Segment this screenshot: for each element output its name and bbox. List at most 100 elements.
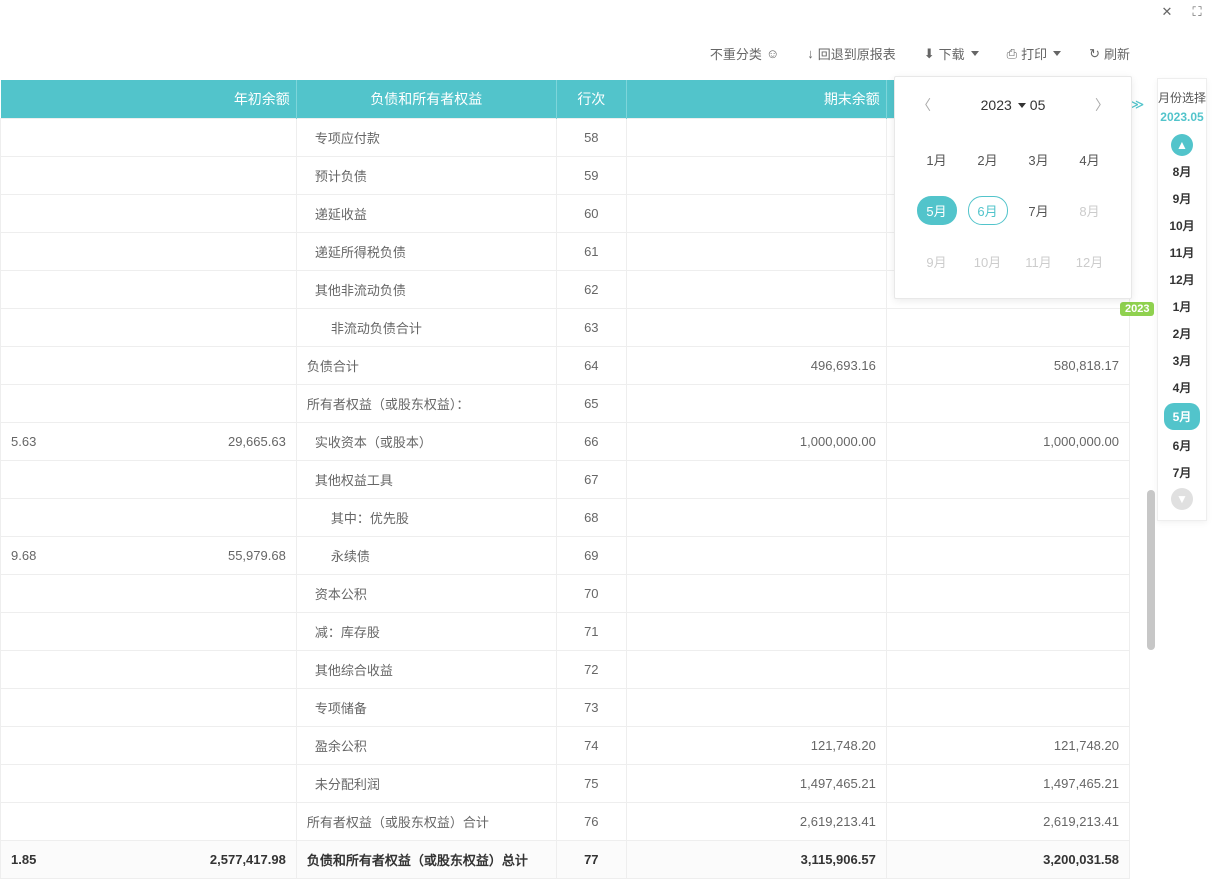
side-month-item[interactable]: 8月 xyxy=(1158,158,1206,185)
cell-partial xyxy=(1,119,47,157)
picker-month-cell[interactable]: 3月 xyxy=(1013,145,1064,174)
side-month-item[interactable]: 4月 xyxy=(1158,374,1206,401)
side-month-item[interactable]: 1月 xyxy=(1158,293,1206,320)
table-row[interactable]: 盈余公积74121,748.20121,748.20 xyxy=(1,727,1130,765)
cell-partial xyxy=(1,803,47,841)
picker-next-button[interactable]: 〉 xyxy=(1091,91,1113,119)
side-month-item[interactable]: 7月 xyxy=(1158,459,1206,486)
no-classify-label: 不重分类 xyxy=(710,44,762,63)
cell-period-end xyxy=(626,499,886,537)
cell-line: 66 xyxy=(556,423,626,461)
table-row[interactable]: 未分配利润751,497,465.211,497,465.21 xyxy=(1,765,1130,803)
picker-month-cell[interactable]: 5月 xyxy=(917,196,957,225)
table-row[interactable]: 非流动负债合计63 xyxy=(1,309,1130,347)
picker-year-select[interactable]: 2023 05 xyxy=(981,97,1046,113)
cell-item: 所有者权益（或股东权益）： xyxy=(296,385,556,423)
cell-yearstart: 2,577,417.98 xyxy=(46,841,296,879)
side-scroll-down-button[interactable]: ▼ xyxy=(1171,488,1193,510)
table-row[interactable]: 其中：优先股68 xyxy=(1,499,1130,537)
cell-line: 72 xyxy=(556,651,626,689)
picker-month-cell[interactable]: 7月 xyxy=(1013,196,1064,225)
cell-line: 75 xyxy=(556,765,626,803)
picker-month-cell[interactable]: 6月 xyxy=(968,196,1008,225)
cell-partial: 9.68 xyxy=(1,537,47,575)
picker-month-cell[interactable]: 2月 xyxy=(962,145,1013,174)
cell-amount2 xyxy=(886,385,1129,423)
cell-yearstart xyxy=(46,309,296,347)
cell-period-end xyxy=(626,157,886,195)
print-icon: ⎙ xyxy=(1007,46,1017,62)
picker-month-cell: 11月 xyxy=(1013,247,1064,276)
cell-period-end: 3,115,906.57 xyxy=(626,841,886,879)
table-row[interactable]: 9.6855,979.68永续债69 xyxy=(1,537,1130,575)
cell-period-end: 121,748.20 xyxy=(626,727,886,765)
table-row[interactable]: 1.852,577,417.98负债和所有者权益（或股东权益）总计773,115… xyxy=(1,841,1130,879)
cell-line: 68 xyxy=(556,499,626,537)
chevron-down-icon xyxy=(971,51,979,56)
side-month-item[interactable]: 11月 xyxy=(1158,239,1206,266)
chevron-down-icon xyxy=(1053,51,1061,56)
cell-yearstart xyxy=(46,613,296,651)
side-month-item[interactable]: 12月 xyxy=(1158,266,1206,293)
cell-yearstart xyxy=(46,195,296,233)
table-row[interactable]: 资本公积70 xyxy=(1,575,1130,613)
side-month-item[interactable]: 2月 xyxy=(1158,320,1206,347)
table-row[interactable]: 所有者权益（或股东权益）合计762,619,213.412,619,213.41 xyxy=(1,803,1130,841)
cell-partial xyxy=(1,461,47,499)
side-month-item[interactable]: 6月 xyxy=(1158,432,1206,459)
cell-line: 60 xyxy=(556,195,626,233)
side-month-item[interactable]: 5月 xyxy=(1164,403,1200,430)
cell-amount2 xyxy=(886,613,1129,651)
cell-amount2: 1,000,000.00 xyxy=(886,423,1129,461)
picker-month-cell[interactable]: 4月 xyxy=(1064,145,1115,174)
cell-partial xyxy=(1,271,47,309)
vertical-scrollbar[interactable] xyxy=(1147,490,1155,650)
cell-amount2 xyxy=(886,537,1129,575)
side-month-item[interactable]: 10月 xyxy=(1158,212,1206,239)
cell-yearstart xyxy=(46,575,296,613)
cell-partial xyxy=(1,385,47,423)
cell-item: 盈余公积 xyxy=(296,727,556,765)
cell-amount2: 3,200,031.58 xyxy=(886,841,1129,879)
cell-partial xyxy=(1,195,47,233)
cell-item: 实收资本（或股本） xyxy=(296,423,556,461)
cell-item: 负债和所有者权益（或股东权益）总计 xyxy=(296,841,556,879)
table-row[interactable]: 专项储备73 xyxy=(1,689,1130,727)
cell-amount2 xyxy=(886,575,1129,613)
cell-line: 59 xyxy=(556,157,626,195)
table-row[interactable]: 所有者权益（或股东权益）：65 xyxy=(1,385,1130,423)
picker-prev-button[interactable]: 〈 xyxy=(913,91,935,119)
cell-partial xyxy=(1,613,47,651)
side-scroll-up-button[interactable]: ▲ xyxy=(1171,134,1193,156)
cell-item: 其他综合收益 xyxy=(296,651,556,689)
close-icon[interactable]: ✕ xyxy=(1157,2,1177,22)
picker-month-cell[interactable]: 1月 xyxy=(911,145,962,174)
header-end: 期末余额 xyxy=(626,80,886,119)
table-row[interactable]: 其他综合收益72 xyxy=(1,651,1130,689)
cell-partial xyxy=(1,651,47,689)
table-row[interactable]: 5.6329,665.63实收资本（或股本）661,000,000.001,00… xyxy=(1,423,1130,461)
cell-partial xyxy=(1,233,47,271)
cell-amount2: 1,497,465.21 xyxy=(886,765,1129,803)
undo-icon: ↓ xyxy=(807,46,814,61)
table-row[interactable]: 负债合计64496,693.16580,818.17 xyxy=(1,347,1130,385)
cell-amount2: 121,748.20 xyxy=(886,727,1129,765)
cell-yearstart xyxy=(46,119,296,157)
side-month-item[interactable]: 9月 xyxy=(1158,185,1206,212)
cell-period-end: 496,693.16 xyxy=(626,347,886,385)
cell-yearstart xyxy=(46,271,296,309)
refresh-button[interactable]: ↻ 刷新 xyxy=(1089,44,1130,63)
expand-icon[interactable]: ⛶ xyxy=(1187,2,1207,22)
picker-month-cell: 9月 xyxy=(911,247,962,276)
revert-button[interactable]: ↓ 回退到原报表 xyxy=(807,44,896,63)
no-classify-toggle[interactable]: 不重分类 ☺ xyxy=(710,44,779,63)
side-month-item[interactable]: 3月 xyxy=(1158,347,1206,374)
print-button[interactable]: ⎙ 打印 xyxy=(1007,44,1061,63)
cell-line: 62 xyxy=(556,271,626,309)
download-label: 下载 xyxy=(939,44,965,63)
cell-item: 未分配利润 xyxy=(296,765,556,803)
table-row[interactable]: 减：库存股71 xyxy=(1,613,1130,651)
download-button[interactable]: ⬇ 下载 xyxy=(924,44,979,63)
table-row[interactable]: 其他权益工具67 xyxy=(1,461,1130,499)
cell-item: 永续债 xyxy=(296,537,556,575)
